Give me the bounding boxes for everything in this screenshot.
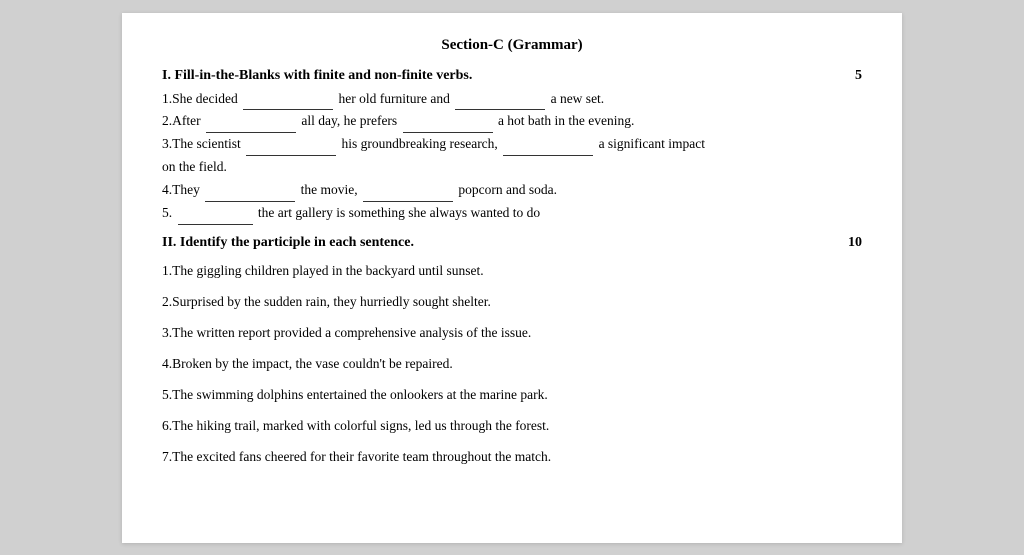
- blank-2-2: [403, 119, 493, 133]
- list-item: 6.The hiking trail, marked with colorful…: [162, 416, 862, 437]
- sentence-3-part2: his groundbreaking research,: [341, 136, 497, 151]
- sentence-2-part3: a hot bath in the evening.: [498, 113, 634, 128]
- sentence-ii-4: 4.Broken by the impact, the vase couldn'…: [162, 356, 453, 371]
- list-item: 2.Surprised by the sudden rain, they hur…: [162, 292, 862, 313]
- section-i-score: 5: [855, 68, 862, 84]
- list-item: 1.The giggling children played in the ba…: [162, 261, 862, 282]
- section-i-label: I. Fill-in-the-Blanks with finite and no…: [162, 68, 472, 84]
- sentence-1-part3: a new set.: [551, 91, 605, 106]
- blank-1-2: [455, 96, 545, 110]
- section-ii-score: 10: [848, 235, 862, 251]
- section-i-block: I. Fill-in-the-Blanks with finite and no…: [162, 68, 862, 226]
- list-item: 4.Broken by the impact, the vase couldn'…: [162, 354, 862, 375]
- list-item: 7.The excited fans cheered for their fav…: [162, 447, 862, 468]
- blank-2-1: [206, 119, 296, 133]
- sentence-3: 3.The scientist his groundbreaking resea…: [162, 133, 862, 156]
- sentence-ii-7: 7.The excited fans cheered for their fav…: [162, 449, 551, 464]
- section-ii-block: II. Identify the participle in each sent…: [162, 235, 862, 467]
- sentence-ii-1: 1.The giggling children played in the ba…: [162, 263, 484, 278]
- sentence-4-part3: popcorn and soda.: [458, 182, 557, 197]
- blank-1-1: [243, 96, 333, 110]
- blank-4-1: [205, 188, 295, 202]
- sentence-5-text: the art gallery is something she always …: [258, 205, 540, 220]
- sentence-5: 5. the art gallery is something she alwa…: [162, 202, 862, 225]
- sentence-ii-6: 6.The hiking trail, marked with colorful…: [162, 418, 549, 433]
- sentences-list: 1.The giggling children played in the ba…: [162, 261, 862, 467]
- sentence-3-continuation: on the field.: [162, 156, 862, 179]
- sentence-3-part3: a significant impact: [599, 136, 705, 151]
- blank-3-1: [246, 142, 336, 156]
- sentence-1-part2: her old furniture and: [338, 91, 449, 106]
- blank-4-2: [363, 188, 453, 202]
- sentence-4: 4.They the movie, popcorn and soda.: [162, 179, 862, 202]
- section-ii-label: II. Identify the participle in each sent…: [162, 235, 414, 251]
- sentence-ii-3: 3.The written report provided a comprehe…: [162, 325, 531, 340]
- sentence-2-part1: 2.After: [162, 113, 201, 128]
- section-ii-header: II. Identify the participle in each sent…: [162, 235, 862, 251]
- list-item: 5.The swimming dolphins entertained the …: [162, 385, 862, 406]
- blank-3-2: [503, 142, 593, 156]
- sentence-1-part1: 1.She decided: [162, 91, 238, 106]
- section-title: Section-C (Grammar): [162, 37, 862, 54]
- blank-5-1: [178, 211, 253, 225]
- fill-blanks-content: 1.She decided her old furniture and a ne…: [162, 88, 862, 226]
- sentence-3-part1: 3.The scientist: [162, 136, 241, 151]
- sentence-2: 2.After all day, he prefers a hot bath i…: [162, 110, 862, 133]
- section-i-header: I. Fill-in-the-Blanks with finite and no…: [162, 68, 862, 84]
- sentence-1: 1.She decided her old furniture and a ne…: [162, 88, 862, 111]
- list-item: 3.The written report provided a comprehe…: [162, 323, 862, 344]
- sentence-4-part2: the movie,: [301, 182, 358, 197]
- sentence-4-part1: 4.They: [162, 182, 200, 197]
- sentence-3-cont-text: on the field.: [162, 159, 227, 174]
- sentence-ii-5: 5.The swimming dolphins entertained the …: [162, 387, 548, 402]
- sentence-ii-2: 2.Surprised by the sudden rain, they hur…: [162, 294, 491, 309]
- page-content: Section-C (Grammar) I. Fill-in-the-Blank…: [122, 13, 902, 543]
- sentence-5-label: 5.: [162, 205, 172, 220]
- sentence-2-part2: all day, he prefers: [301, 113, 397, 128]
